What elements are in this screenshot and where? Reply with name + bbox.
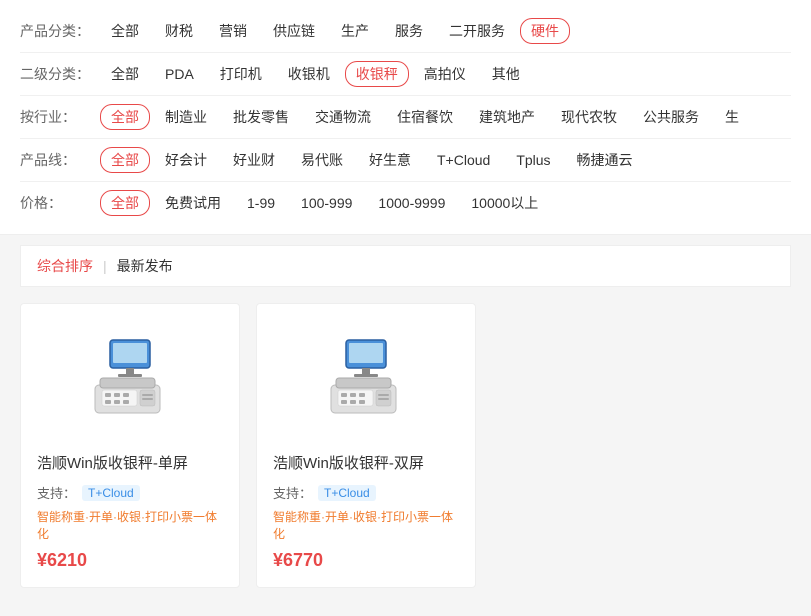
product-price-1: ¥6770 — [273, 550, 459, 571]
filter-item-industry-6[interactable]: 现代农牧 — [550, 104, 628, 130]
filter-item-category-7[interactable]: 硬件 — [520, 18, 570, 44]
sub-category-items: 全部PDA打印机收银机收银秤高拍仪其他 — [100, 61, 531, 87]
filter-item-price-3[interactable]: 100-999 — [290, 192, 363, 214]
product-category-items: 全部财税营销供应链生产服务二开服务硬件 — [100, 18, 570, 44]
filter-item-subcategory-1[interactable]: PDA — [154, 63, 205, 85]
industry-label: 按行业： — [20, 107, 90, 127]
filter-item-subcategory-0[interactable]: 全部 — [100, 61, 150, 87]
product-line-label: 产品线： — [20, 150, 90, 170]
filter-item-prodline-5[interactable]: T+Cloud — [426, 149, 501, 171]
support-label-0: 支持： — [37, 483, 76, 502]
filter-item-subcategory-3[interactable]: 收银机 — [277, 61, 341, 87]
sub-category-label: 二级分类： — [20, 64, 90, 84]
product-price-0: ¥6210 — [37, 550, 223, 571]
filter-item-industry-2[interactable]: 批发零售 — [222, 104, 300, 130]
sort-item-1[interactable]: 最新发布 — [113, 254, 177, 278]
product-name-0: 浩顺Win版收银秤-单屏 — [37, 452, 223, 473]
filter-item-category-0[interactable]: 全部 — [100, 18, 150, 44]
product-desc-1: 智能称重·开单·收银·打印小票一体化 — [273, 508, 459, 542]
filter-item-prodline-2[interactable]: 好业财 — [222, 147, 286, 173]
filter-item-price-1[interactable]: 免费试用 — [154, 190, 232, 216]
filter-item-industry-8[interactable]: 生 — [714, 104, 750, 130]
filter-item-industry-1[interactable]: 制造业 — [154, 104, 218, 130]
filter-item-price-0[interactable]: 全部 — [100, 190, 150, 216]
product-card-1[interactable]: 浩顺Win版收银秤-双屏支持： T+Cloud 智能称重·开单·收银·打印小票一体化… — [256, 303, 476, 588]
industry-items: 全部制造业批发零售交通物流住宿餐饮建筑地产现代农牧公共服务生 — [100, 104, 750, 130]
filter-item-prodline-6[interactable]: Tplus — [505, 149, 561, 171]
product-image-0 — [37, 320, 223, 440]
product-line-items: 全部好会计好业财易代账好生意T+CloudTplus畅捷通云 — [100, 147, 644, 173]
filter-item-prodline-4[interactable]: 好生意 — [358, 147, 422, 173]
product-image-1 — [273, 320, 459, 440]
filter-item-price-4[interactable]: 1000-9999 — [367, 192, 456, 214]
filter-item-category-1[interactable]: 财税 — [154, 18, 204, 44]
sort-item-0[interactable]: 综合排序 — [33, 254, 97, 278]
product-name-1: 浩顺Win版收银秤-双屏 — [273, 452, 459, 473]
sort-bar: 综合排序 | 最新发布 — [20, 245, 791, 287]
filter-section: 产品分类： 全部财税营销供应链生产服务二开服务硬件 二级分类： 全部PDA打印机… — [0, 0, 811, 235]
sort-divider: | — [103, 258, 107, 274]
product-line-row: 产品线： 全部好会计好业财易代账好生意T+CloudTplus畅捷通云 — [20, 139, 791, 182]
filter-item-price-2[interactable]: 1-99 — [236, 192, 286, 214]
filter-item-prodline-7[interactable]: 畅捷通云 — [566, 147, 644, 173]
filter-item-industry-0[interactable]: 全部 — [100, 104, 150, 130]
filter-item-industry-5[interactable]: 建筑地产 — [468, 104, 546, 130]
filter-item-subcategory-2[interactable]: 打印机 — [209, 61, 273, 87]
industry-row: 按行业： 全部制造业批发零售交通物流住宿餐饮建筑地产现代农牧公共服务生 — [20, 96, 791, 139]
filter-item-prodline-3[interactable]: 易代账 — [290, 147, 354, 173]
filter-item-subcategory-5[interactable]: 高拍仪 — [413, 61, 477, 87]
support-badge-1: T+Cloud — [318, 485, 376, 501]
filter-item-subcategory-4[interactable]: 收银秤 — [345, 61, 409, 87]
filter-item-subcategory-6[interactable]: 其他 — [481, 61, 531, 87]
product-category-label: 产品分类： — [20, 21, 90, 41]
product-desc-0: 智能称重·开单·收银·打印小票一体化 — [37, 508, 223, 542]
filter-item-industry-7[interactable]: 公共服务 — [632, 104, 710, 130]
product-support-0: 支持： T+Cloud — [37, 483, 223, 502]
price-row: 价格： 全部免费试用1-99100-9991000-999910000以上 — [20, 182, 791, 224]
sub-category-row: 二级分类： 全部PDA打印机收银机收银秤高拍仪其他 — [20, 53, 791, 96]
filter-item-category-3[interactable]: 供应链 — [262, 18, 326, 44]
filter-item-price-5[interactable]: 10000以上 — [460, 190, 549, 216]
product-support-1: 支持： T+Cloud — [273, 483, 459, 502]
filter-item-category-6[interactable]: 二开服务 — [438, 18, 516, 44]
filter-item-prodline-0[interactable]: 全部 — [100, 147, 150, 173]
filter-item-category-4[interactable]: 生产 — [330, 18, 380, 44]
support-badge-0: T+Cloud — [82, 485, 140, 501]
products-area: 浩顺Win版收银秤-单屏支持：T+Cloud智能称重·开单·收银·打印小票一体化… — [0, 287, 811, 604]
price-items: 全部免费试用1-99100-9991000-999910000以上 — [100, 190, 549, 216]
filter-item-industry-4[interactable]: 住宿餐饮 — [386, 104, 464, 130]
filter-item-category-2[interactable]: 营销 — [208, 18, 258, 44]
filter-item-prodline-1[interactable]: 好会计 — [154, 147, 218, 173]
product-card-0[interactable]: 浩顺Win版收银秤-单屏支持： T+Cloud 智能称重·开单·收银·打印小票一体化… — [20, 303, 240, 588]
product-category-row: 产品分类： 全部财税营销供应链生产服务二开服务硬件 — [20, 10, 791, 53]
price-label: 价格： — [20, 193, 90, 213]
filter-item-industry-3[interactable]: 交通物流 — [304, 104, 382, 130]
filter-item-category-5[interactable]: 服务 — [384, 18, 434, 44]
support-label-1: 支持： — [273, 483, 312, 502]
